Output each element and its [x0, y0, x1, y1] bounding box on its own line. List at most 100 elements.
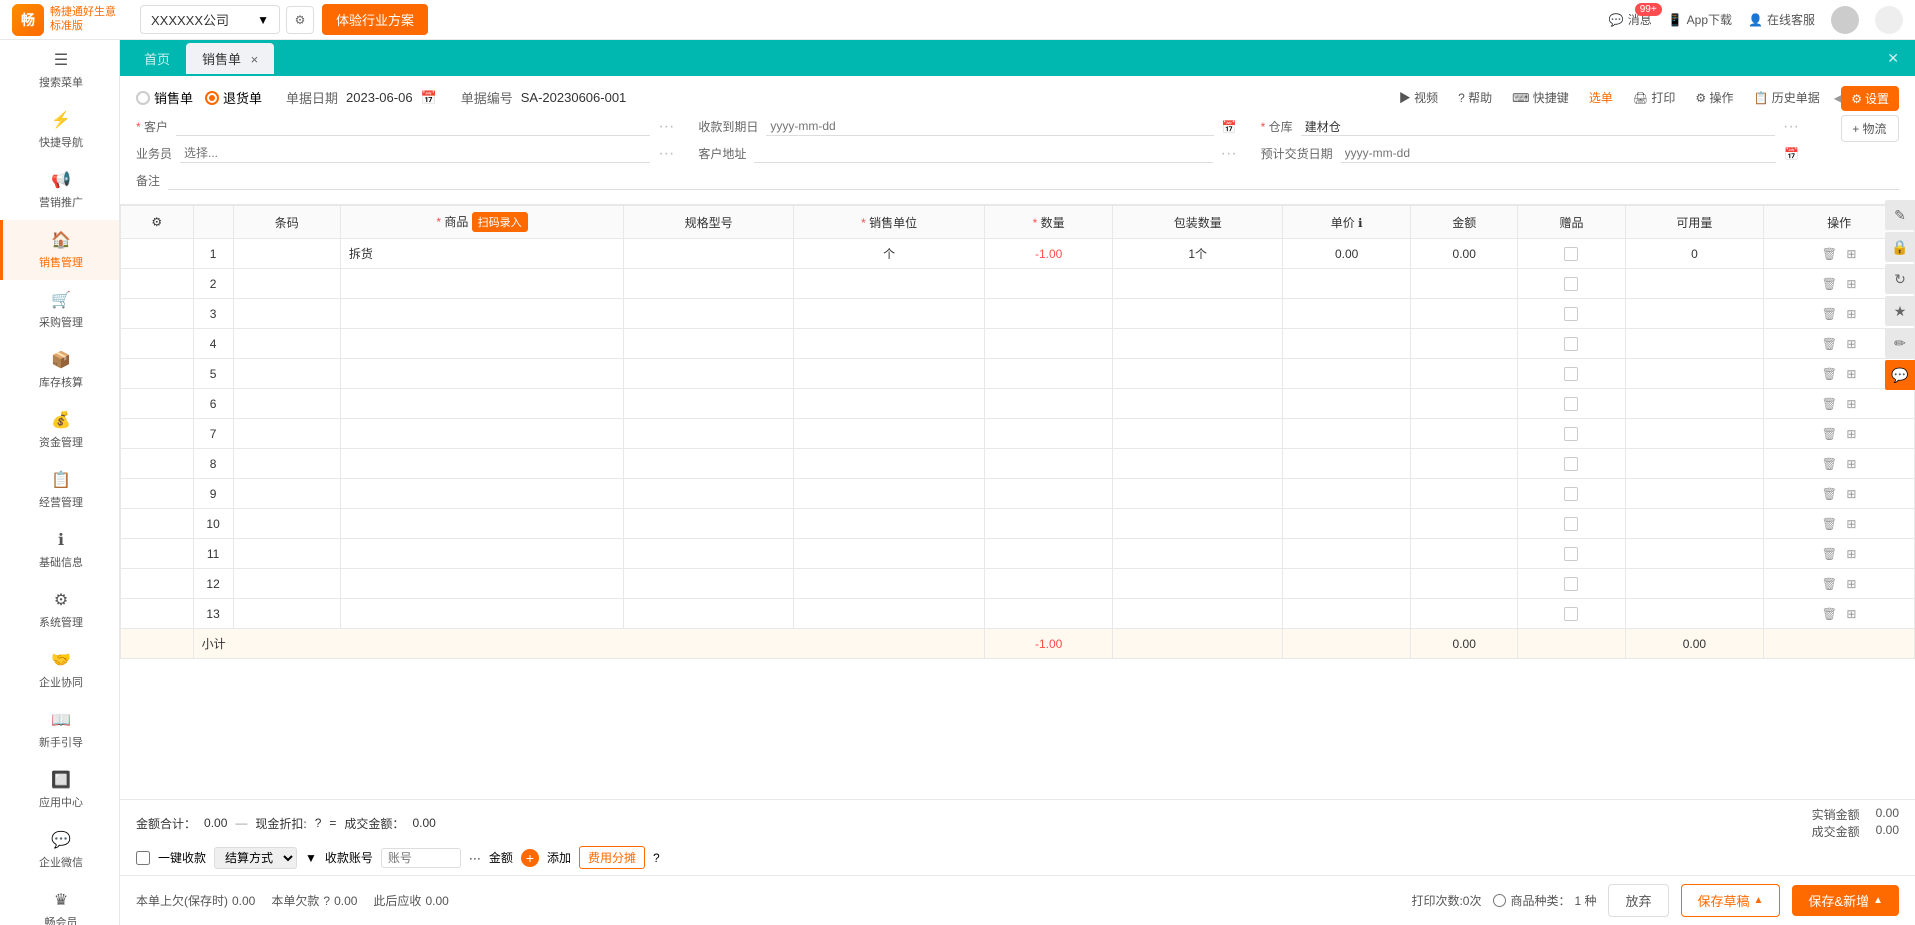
copy-icon[interactable]: ⊞: [1846, 307, 1856, 321]
sidebar-item-system[interactable]: ⚙ 系统管理: [0, 580, 119, 640]
delete-icon[interactable]: 🗑: [1822, 607, 1837, 621]
row-qty[interactable]: [985, 389, 1113, 419]
row-product[interactable]: [340, 449, 623, 479]
row-amount[interactable]: [1411, 449, 1518, 479]
tab-home[interactable]: 首页: [128, 43, 186, 74]
delete-icon[interactable]: 🗑: [1822, 337, 1837, 351]
sidebar-item-sales[interactable]: 🏠 销售管理: [0, 220, 119, 280]
customer-addr-input[interactable]: [754, 144, 1212, 163]
row-barcode[interactable]: [233, 239, 340, 269]
float-feedback-btn[interactable]: 💬: [1885, 360, 1915, 390]
scan-button[interactable]: 扫码录入: [472, 212, 528, 232]
sidebar-item-guide[interactable]: 📖 新手引导: [0, 700, 119, 760]
delete-icon[interactable]: 🗑: [1822, 397, 1837, 411]
row-product[interactable]: [340, 389, 623, 419]
row-barcode[interactable]: [233, 479, 340, 509]
float-edit-btn[interactable]: ✎: [1885, 200, 1915, 230]
warehouse-input[interactable]: [1301, 117, 1775, 136]
delete-icon[interactable]: 🗑: [1822, 427, 1837, 441]
row-barcode[interactable]: [233, 419, 340, 449]
warehouse-dots[interactable]: ···: [1783, 118, 1799, 136]
row-price[interactable]: 0.00: [1283, 239, 1411, 269]
copy-icon[interactable]: ⊞: [1846, 607, 1856, 621]
row-unit[interactable]: [794, 359, 985, 389]
row-product[interactable]: [340, 599, 623, 629]
row-gift[interactable]: [1518, 419, 1625, 449]
radio-sales[interactable]: 销售单: [136, 88, 193, 107]
row-barcode[interactable]: [233, 329, 340, 359]
row-price[interactable]: [1283, 359, 1411, 389]
float-favorite-btn[interactable]: ★: [1885, 296, 1915, 326]
sidebar-item-quick-nav[interactable]: ⚡ 快捷导航: [0, 100, 119, 160]
row-unit[interactable]: [794, 329, 985, 359]
salesperson-input[interactable]: [180, 144, 650, 163]
row-amount[interactable]: [1411, 509, 1518, 539]
calendar2-icon[interactable]: 📅: [1222, 120, 1237, 134]
row-price[interactable]: [1283, 599, 1411, 629]
row-spec[interactable]: [624, 329, 794, 359]
delete-icon[interactable]: 🗑: [1822, 457, 1837, 471]
row-spec[interactable]: [624, 599, 794, 629]
add-payment-button[interactable]: +: [521, 849, 539, 867]
row-price[interactable]: [1283, 569, 1411, 599]
float-pencil-btn[interactable]: ✏: [1885, 328, 1915, 358]
row-qty[interactable]: [985, 449, 1113, 479]
row-price[interactable]: [1283, 299, 1411, 329]
copy-icon[interactable]: ⊞: [1846, 397, 1856, 411]
company-selector[interactable]: XXXXXX公司 ▼: [140, 5, 280, 34]
row-qty[interactable]: [985, 599, 1113, 629]
messages-button[interactable]: 💬 消息 99+: [1609, 11, 1652, 28]
row-spec[interactable]: [624, 539, 794, 569]
sidebar-item-purchase[interactable]: 🛒 采购管理: [0, 280, 119, 340]
row-barcode[interactable]: [233, 539, 340, 569]
addr-dots[interactable]: ···: [1221, 145, 1237, 163]
float-refresh-btn[interactable]: ↻: [1885, 264, 1915, 294]
row-unit[interactable]: [794, 449, 985, 479]
sidebar-item-marketing[interactable]: 📢 营销推广: [0, 160, 119, 220]
row-unit[interactable]: [794, 509, 985, 539]
row-price[interactable]: [1283, 389, 1411, 419]
row-product[interactable]: [340, 359, 623, 389]
row-amount[interactable]: [1411, 599, 1518, 629]
app-download-button[interactable]: 📱 App下载: [1668, 11, 1732, 28]
window-close-icon[interactable]: ✕: [1879, 46, 1907, 71]
row-gift[interactable]: [1518, 479, 1625, 509]
row-amount[interactable]: [1411, 269, 1518, 299]
row-spec[interactable]: [624, 419, 794, 449]
row-unit[interactable]: [794, 419, 985, 449]
row-product[interactable]: [340, 479, 623, 509]
row-pack-qty[interactable]: [1113, 389, 1283, 419]
row-qty[interactable]: [985, 479, 1113, 509]
row-pack-qty[interactable]: [1113, 509, 1283, 539]
delete-icon[interactable]: 🗑: [1822, 547, 1837, 561]
sidebar-item-operations[interactable]: 📋 经营管理: [0, 460, 119, 520]
settings-action-btn[interactable]: ⚙ 设置: [1841, 86, 1899, 111]
row-price[interactable]: [1283, 329, 1411, 359]
row-amount[interactable]: 0.00: [1411, 239, 1518, 269]
float-lock-btn[interactable]: 🔒: [1885, 232, 1915, 262]
row-gift[interactable]: [1518, 389, 1625, 419]
row-pack-qty[interactable]: [1113, 329, 1283, 359]
row-spec[interactable]: [624, 269, 794, 299]
receive-date-input[interactable]: [766, 117, 1213, 136]
sidebar-item-inventory[interactable]: 📦 库存核算: [0, 340, 119, 400]
row-gift[interactable]: [1518, 329, 1625, 359]
row-amount[interactable]: [1411, 479, 1518, 509]
row-gift[interactable]: [1518, 269, 1625, 299]
row-pack-qty[interactable]: [1113, 359, 1283, 389]
row-pack-qty[interactable]: [1113, 419, 1283, 449]
row-amount[interactable]: [1411, 299, 1518, 329]
row-spec[interactable]: [624, 389, 794, 419]
save-draft-button[interactable]: 保存草稿 ▲: [1681, 884, 1781, 917]
sidebar-item-member[interactable]: ♛ 畅会员: [0, 880, 119, 925]
online-service-button[interactable]: 👤 在线客服: [1748, 11, 1815, 28]
calc-method-select[interactable]: 结算方式: [214, 847, 297, 869]
row-qty[interactable]: [985, 269, 1113, 299]
row-gift[interactable]: [1518, 239, 1625, 269]
row-unit[interactable]: [794, 389, 985, 419]
row-pack-qty[interactable]: [1113, 299, 1283, 329]
row-unit[interactable]: 个: [794, 239, 985, 269]
operation-btn[interactable]: ⚙ 操作: [1689, 86, 1739, 109]
row-pack-qty[interactable]: [1113, 449, 1283, 479]
row-product[interactable]: 拆货: [340, 239, 623, 269]
